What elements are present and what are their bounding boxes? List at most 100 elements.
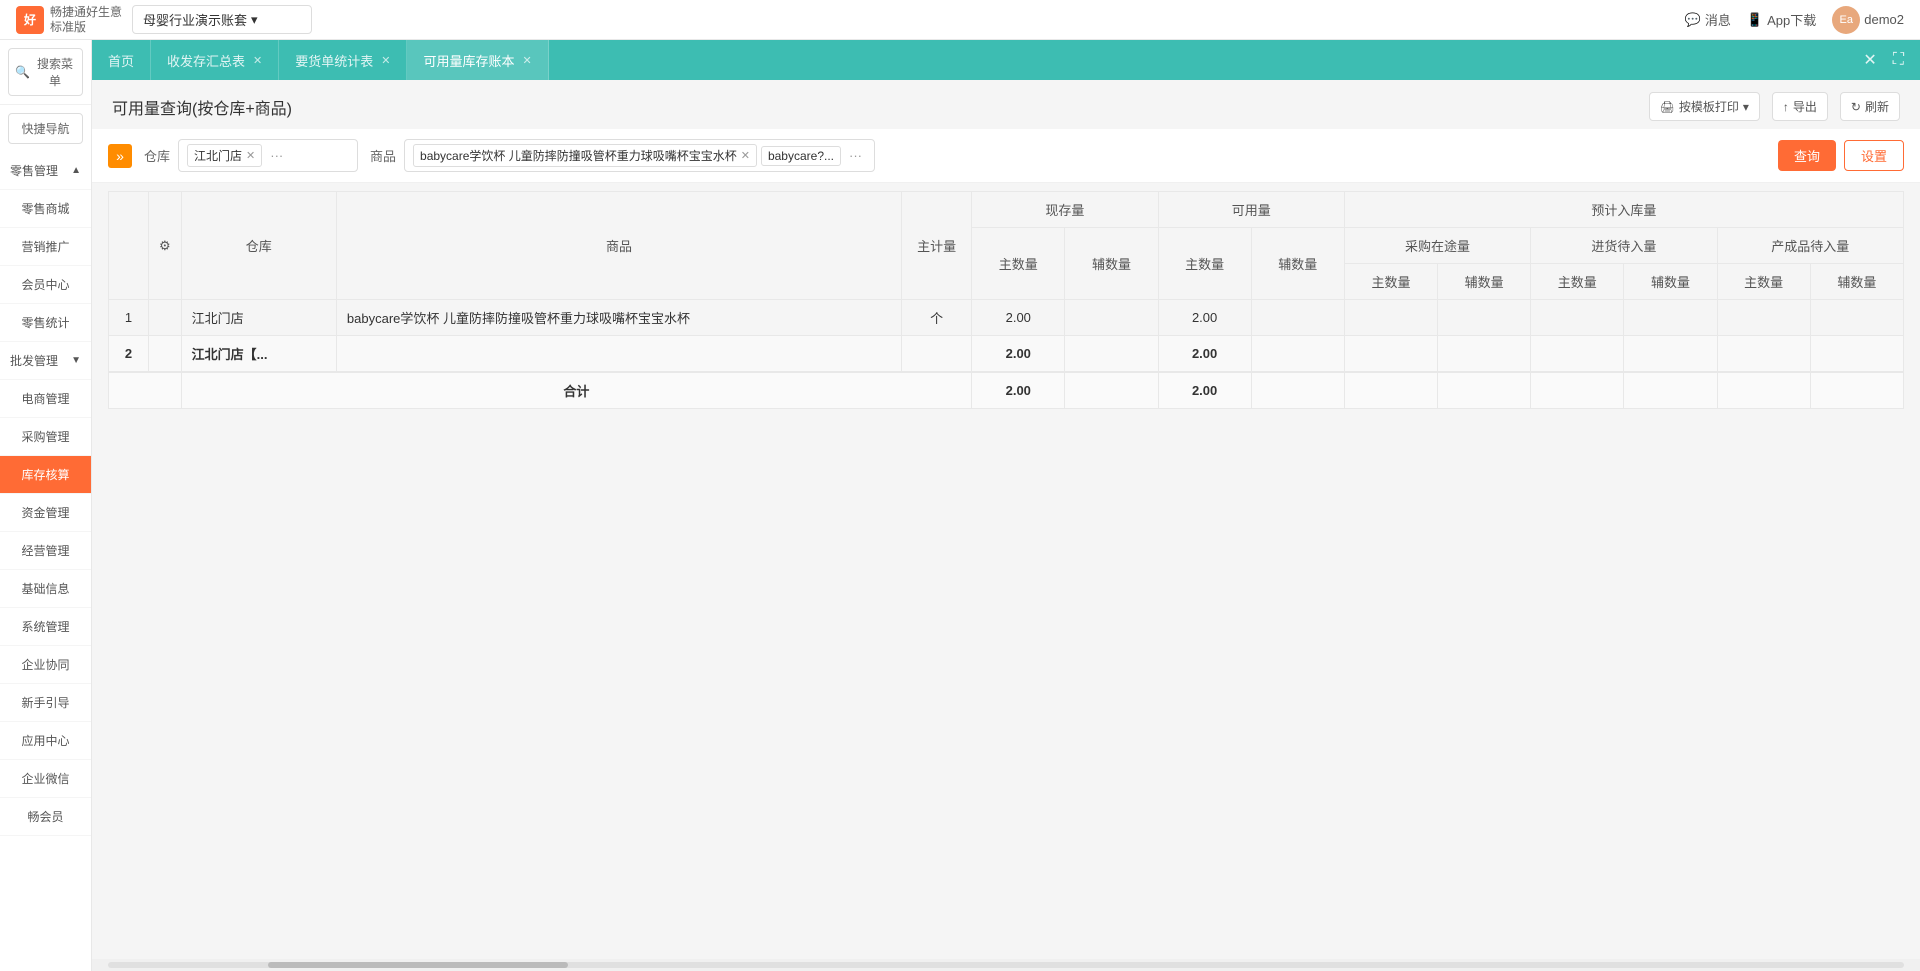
close-tab-button[interactable]: ✕ bbox=[1859, 46, 1880, 74]
sidebar-item-vip-member[interactable]: 畅会员 bbox=[0, 798, 91, 836]
cell-unit: 个 bbox=[902, 300, 972, 336]
quick-nav-button[interactable]: 快捷导航 bbox=[8, 113, 83, 144]
avatar: Ea bbox=[1832, 6, 1860, 34]
chevron-icon: ▼ bbox=[71, 355, 81, 366]
th-incoming-group: 进货待入量 bbox=[1531, 228, 1717, 264]
chevron-down-icon: ▾ bbox=[1743, 100, 1749, 114]
tab-receipt-summary[interactable]: 收发存汇总表 ✕ bbox=[151, 40, 279, 80]
page-actions: 🖨 按模板打印 ▾ ↑ 导出 ↻ 刷新 bbox=[1649, 92, 1900, 121]
search-menu-button[interactable]: 🔍 搜索菜单 bbox=[8, 48, 83, 96]
product-input[interactable]: babycare学饮杯 儿童防摔防撞吸管杯重力球吸嘴杯宝宝水杯 ✕ babyca… bbox=[404, 139, 875, 172]
export-icon: ↑ bbox=[1783, 100, 1789, 114]
th-main-unit: 主计量 bbox=[902, 192, 972, 300]
th-purchase-main: 主数量 bbox=[1344, 264, 1437, 300]
scrollbar-thumb[interactable] bbox=[268, 962, 568, 968]
more-button[interactable]: ··· bbox=[266, 148, 287, 163]
th-production-sub: 辅数量 bbox=[1810, 264, 1903, 300]
app-icon: 📱 bbox=[1747, 12, 1763, 28]
message-button[interactable]: 💬 消息 bbox=[1685, 10, 1731, 29]
sidebar-item-enterprise-collab[interactable]: 企业协同 bbox=[0, 646, 91, 684]
sidebar-item-marketing[interactable]: 营销推广 bbox=[0, 228, 91, 266]
sidebar-item-finance-mgmt[interactable]: 资金管理 bbox=[0, 494, 91, 532]
sidebar-item-inventory-check[interactable]: 库存核算 bbox=[0, 456, 91, 494]
warehouse-input[interactable]: 江北门店 ✕ ··· bbox=[178, 139, 358, 172]
th-production-group: 产成品待入量 bbox=[1717, 228, 1903, 264]
th-forecast-group: 预计入库量 bbox=[1344, 192, 1903, 228]
sidebar-item-retail-mgmt[interactable]: 零售管理 ▲ bbox=[0, 152, 91, 190]
sidebar: 🔍 搜索菜单 快捷导航 零售管理 ▲ 零售商城 营销推广 会员中心 零售统计 批… bbox=[0, 40, 92, 971]
cell-product: babycare学饮杯 儿童防摔防撞吸管杯重力球吸嘴杯宝宝水杯 bbox=[336, 300, 901, 336]
sidebar-item-enterprise-wechat[interactable]: 企业微信 bbox=[0, 760, 91, 798]
chevron-icon: ▲ bbox=[71, 165, 81, 176]
table-row: 1 江北门店 babycare学饮杯 儿童防摔防撞吸管杯重力球吸嘴杯宝宝水杯 个… bbox=[109, 300, 1904, 336]
settings-icon[interactable]: ⚙ bbox=[159, 238, 171, 253]
cell-available-main: 2.00 bbox=[1158, 300, 1251, 336]
tab-home[interactable]: 首页 bbox=[92, 40, 151, 80]
th-current-sub: 辅数量 bbox=[1065, 228, 1158, 300]
tab-controls: ✕ ⛶ bbox=[1847, 40, 1920, 80]
product-label: 商品 bbox=[370, 146, 396, 165]
message-icon: 💬 bbox=[1685, 12, 1701, 28]
query-button[interactable]: 查询 bbox=[1778, 140, 1836, 171]
sidebar-item-ecommerce-mgmt[interactable]: 电商管理 bbox=[0, 380, 91, 418]
sidebar-item-wholesale-mgmt[interactable]: 批发管理 ▼ bbox=[0, 342, 91, 380]
tab-close-receipt[interactable]: ✕ bbox=[253, 54, 262, 67]
tab-bar: 首页 收发存汇总表 ✕ 要货单统计表 ✕ 可用量库存账本 ✕ ✕ ⛶ bbox=[92, 40, 1920, 80]
refresh-button[interactable]: ↻ 刷新 bbox=[1840, 92, 1900, 121]
app-download-button[interactable]: 📱 App下载 bbox=[1747, 10, 1816, 29]
print-template-button[interactable]: 🖨 按模板打印 ▾ bbox=[1649, 92, 1760, 121]
th-incoming-sub: 辅数量 bbox=[1624, 264, 1717, 300]
product-tag1-close[interactable]: ✕ bbox=[741, 149, 750, 162]
th-warehouse: 仓库 bbox=[181, 192, 336, 300]
export-button[interactable]: ↑ 导出 bbox=[1772, 92, 1828, 121]
sidebar-item-app-center[interactable]: 应用中心 bbox=[0, 722, 91, 760]
org-selector[interactable]: 母婴行业演示账套 ▾ bbox=[132, 5, 312, 34]
footer-label: 合计 bbox=[181, 372, 972, 409]
cell-row-num: 1 bbox=[109, 300, 149, 336]
warehouse-tag: 江北门店 ✕ bbox=[187, 144, 262, 167]
th-production-main: 主数量 bbox=[1717, 264, 1810, 300]
logo-icon: 好 bbox=[16, 6, 44, 34]
th-row-num bbox=[109, 192, 149, 300]
maximize-button[interactable]: ⛶ bbox=[1889, 47, 1908, 73]
logo-text: 畅捷通好生意 标准版 bbox=[50, 5, 122, 34]
product-filter-group: 商品 babycare学饮杯 儿童防摔防撞吸管杯重力球吸嘴杯宝宝水杯 ✕ bab… bbox=[370, 139, 875, 172]
cell-warehouse2: 江北门店【... bbox=[181, 336, 336, 373]
product-tag2: babycare?... bbox=[761, 146, 841, 166]
tab-close-order-stats[interactable]: ✕ bbox=[381, 54, 390, 67]
warehouse-filter-group: 仓库 江北门店 ✕ ··· bbox=[144, 139, 358, 172]
warehouse-tag-close[interactable]: ✕ bbox=[246, 149, 255, 162]
sidebar-item-basic-info[interactable]: 基础信息 bbox=[0, 570, 91, 608]
tab-order-stats[interactable]: 要货单统计表 ✕ bbox=[279, 40, 407, 80]
tab-close-available-inventory[interactable]: ✕ bbox=[523, 54, 532, 67]
settings-button[interactable]: 设置 bbox=[1844, 140, 1904, 171]
printer-icon: 🖨 bbox=[1660, 100, 1675, 114]
sidebar-item-system-mgmt[interactable]: 系统管理 bbox=[0, 608, 91, 646]
scrollbar-track[interactable] bbox=[108, 962, 1904, 968]
refresh-icon: ↻ bbox=[1851, 100, 1861, 114]
th-available-group: 可用量 bbox=[1158, 192, 1344, 228]
th-product: 商品 bbox=[336, 192, 901, 300]
sidebar-item-member-center[interactable]: 会员中心 bbox=[0, 266, 91, 304]
sidebar-item-retail-stats[interactable]: 零售统计 bbox=[0, 304, 91, 342]
user-menu[interactable]: Ea demo2 bbox=[1832, 6, 1904, 34]
sidebar-item-purchase-mgmt[interactable]: 采购管理 bbox=[0, 418, 91, 456]
th-current-stock-group: 现存量 bbox=[972, 192, 1158, 228]
cell-current-main2: 2.00 bbox=[972, 336, 1065, 373]
table-row-subtotal: 2 江北门店【... 2.00 2.00 bbox=[109, 336, 1904, 373]
chevron-down-icon: ▾ bbox=[251, 12, 258, 28]
sidebar-item-retail-store[interactable]: 零售商城 bbox=[0, 190, 91, 228]
sidebar-item-operations-mgmt[interactable]: 经营管理 bbox=[0, 532, 91, 570]
sidebar-item-new-guide[interactable]: 新手引导 bbox=[0, 684, 91, 722]
layout: 🔍 搜索菜单 快捷导航 零售管理 ▲ 零售商城 营销推广 会员中心 零售统计 批… bbox=[0, 40, 1920, 971]
cell-current-main: 2.00 bbox=[972, 300, 1065, 336]
th-available-main: 主数量 bbox=[1158, 228, 1251, 300]
cell-row-num2: 2 bbox=[109, 336, 149, 373]
search-icon: 🔍 bbox=[15, 65, 30, 79]
filter-actions: 查询 设置 bbox=[1778, 140, 1904, 171]
product-more-button[interactable]: ··· bbox=[845, 148, 866, 163]
cell-warehouse: 江北门店 bbox=[181, 300, 336, 336]
logo-area: 好 畅捷通好生意 标准版 bbox=[16, 5, 122, 34]
tab-available-inventory[interactable]: 可用量库存账本 ✕ bbox=[407, 40, 548, 80]
filter-toggle-button[interactable]: » bbox=[108, 144, 132, 168]
